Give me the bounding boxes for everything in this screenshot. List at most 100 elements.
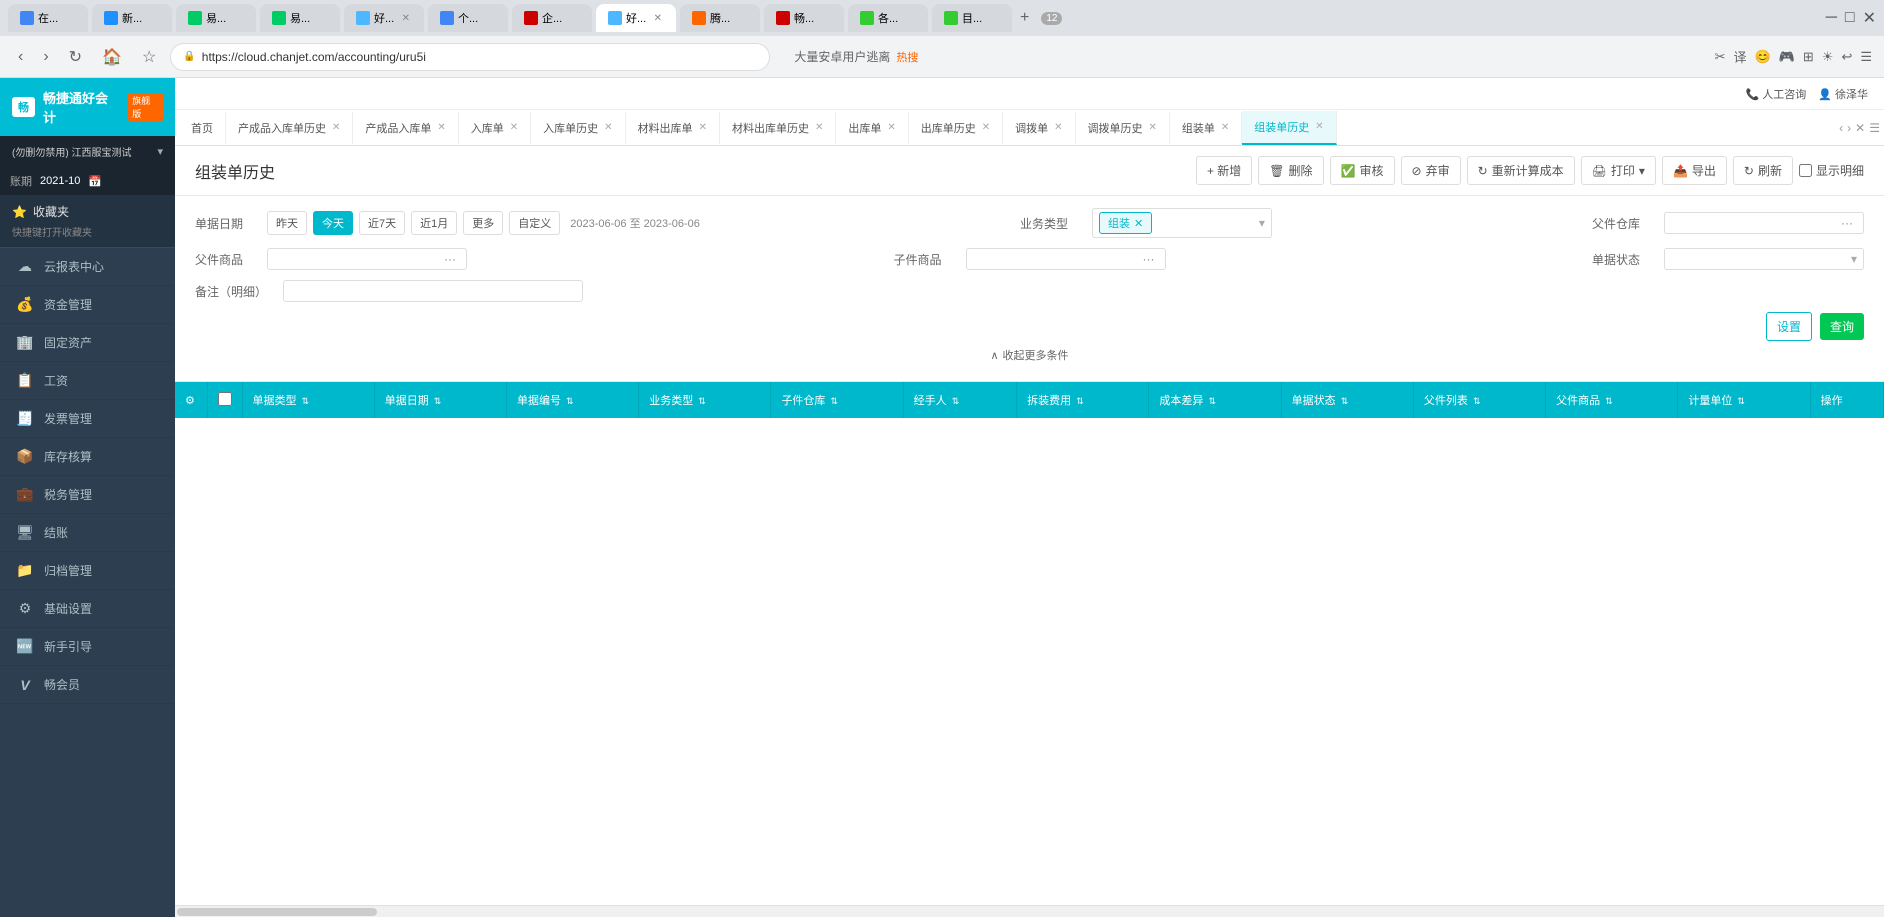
new-tab-button[interactable]: +	[1016, 9, 1033, 27]
col-parent-list[interactable]: 父件列表 ⇅	[1413, 382, 1545, 418]
col-settings[interactable]: ⚙	[175, 382, 207, 418]
sidebar-item-fund[interactable]: 💰 资金管理	[0, 286, 175, 324]
tab-home[interactable]: 首页	[179, 112, 226, 144]
child-goods-filter[interactable]: ···	[966, 248, 1166, 270]
show-detail-label[interactable]: 显示明细	[1799, 162, 1864, 179]
close-button[interactable]: ✕	[1863, 8, 1876, 28]
sidebar-item-salary[interactable]: 📋 工资	[0, 362, 175, 400]
col-bill-date[interactable]: 单据日期 ⇅	[374, 382, 506, 418]
extensions-icon[interactable]: ✂	[1715, 49, 1726, 65]
sidebar-item-member[interactable]: V 畅会员	[0, 666, 175, 704]
sidebar-item-settings[interactable]: ⚙ 基础设置	[0, 590, 175, 628]
game-icon[interactable]: 🎮	[1779, 49, 1795, 65]
tab-outbound[interactable]: 出库单 ✕	[836, 112, 908, 144]
sidebar-item-tax[interactable]: 💼 税务管理	[0, 476, 175, 514]
tabs-menu-icon[interactable]: ☰	[1869, 121, 1880, 135]
tab-close-5[interactable]: ✕	[699, 122, 707, 133]
address-input[interactable]: 🔒 https://cloud.chanjet.com/accounting/u…	[170, 43, 770, 71]
tab-material-outbound[interactable]: 材料出库单 ✕	[626, 112, 720, 144]
tab-close-8[interactable]: ✕	[982, 122, 990, 133]
custom-btn[interactable]: 自定义	[509, 211, 560, 235]
show-detail-checkbox[interactable]	[1799, 164, 1812, 177]
tab-close-2[interactable]: ✕	[437, 122, 445, 133]
tab-transfer-history[interactable]: 调拨单历史 ✕	[1076, 112, 1170, 144]
yesterday-btn[interactable]: 昨天	[267, 211, 307, 235]
tab-close-7[interactable]: ✕	[887, 122, 895, 133]
tab-finished-goods-history[interactable]: 产成品入库单历史 ✕	[226, 112, 353, 144]
tabs-close-current[interactable]: ✕	[1855, 121, 1865, 135]
sidebar-item-guide[interactable]: 🆕 新手引导	[0, 628, 175, 666]
col-parent-goods[interactable]: 父件商品 ⇅	[1546, 382, 1678, 418]
abandon-button[interactable]: ⊘ 弃审	[1401, 156, 1461, 185]
sidebar-item-archive[interactable]: 📁 归档管理	[0, 552, 175, 590]
col-bill-no[interactable]: 单据编号 ⇅	[506, 382, 638, 418]
parent-warehouse-ellipsis[interactable]: ···	[1837, 216, 1857, 230]
col-unit[interactable]: 计量单位 ⇅	[1678, 382, 1810, 418]
tab-close-1[interactable]: ✕	[332, 122, 340, 133]
today-btn[interactable]: 今天	[313, 211, 353, 235]
tab-material-outbound-history[interactable]: 材料出库单历史 ✕	[720, 112, 836, 144]
tab-assembly[interactable]: 组装单 ✕	[1170, 112, 1242, 144]
notes-input[interactable]	[283, 280, 583, 302]
back-button[interactable]: ‹	[12, 44, 29, 70]
search-button[interactable]: 查询	[1820, 313, 1864, 340]
export-button[interactable]: 📤 导出	[1662, 156, 1727, 185]
select-all-checkbox[interactable]	[218, 392, 232, 406]
parent-goods-filter[interactable]: ···	[267, 248, 467, 270]
col-cost-diff[interactable]: 成本差异 ⇅	[1149, 382, 1281, 418]
browser-tab-5[interactable]: 好... ✕	[344, 4, 424, 32]
browser-tab-4[interactable]: 易...	[260, 4, 340, 32]
browser-tab-12[interactable]: 目...	[932, 4, 1012, 32]
tabs-scroll-left[interactable]: ‹	[1839, 121, 1843, 135]
bottom-scrollbar[interactable]	[175, 905, 1884, 917]
col-disassemble-fee[interactable]: 拆装费用 ⇅	[1017, 382, 1149, 418]
sidebar-item-cloud-report[interactable]: ☁ 云报表中心	[0, 248, 175, 286]
sidebar-item-inventory[interactable]: 📦 库存核算	[0, 438, 175, 476]
tab-close-6[interactable]: ✕	[815, 122, 823, 133]
browser-tab-9[interactable]: 腾...	[680, 4, 760, 32]
audit-button[interactable]: ✅ 审核	[1330, 156, 1395, 185]
biz-type-filter[interactable]: 组装 ✕ ▾	[1092, 208, 1272, 238]
biz-type-dropdown-icon[interactable]: ▾	[1259, 216, 1265, 230]
parent-warehouse-filter[interactable]: ···	[1664, 212, 1864, 234]
minimize-button[interactable]: ─	[1826, 9, 1837, 27]
col-bill-status[interactable]: 单据状态 ⇅	[1281, 382, 1413, 418]
7days-btn[interactable]: 近7天	[359, 211, 405, 235]
undo-icon[interactable]: ↩	[1841, 49, 1852, 65]
sidebar-item-invoice[interactable]: 🧾 发票管理	[0, 400, 175, 438]
browser-tab-7[interactable]: 企...	[512, 4, 592, 32]
company-selector[interactable]: (勿删勿禁用) 江西服宝测试专用 ▾	[0, 136, 175, 167]
emoji-icon[interactable]: 😊	[1755, 49, 1771, 65]
maximize-button[interactable]: □	[1845, 9, 1855, 27]
tab-close-9[interactable]: ✕	[1054, 122, 1062, 133]
tab-inbound-history[interactable]: 入库单历史 ✕	[531, 112, 625, 144]
tabs-scroll-right[interactable]: ›	[1847, 121, 1851, 135]
settings-button[interactable]: 设置	[1766, 312, 1812, 341]
biz-type-remove[interactable]: ✕	[1134, 217, 1143, 230]
col-child-warehouse[interactable]: 子件仓库 ⇅	[771, 382, 903, 418]
star-button[interactable]: ☆	[136, 43, 162, 71]
browser-tab-6[interactable]: 个...	[428, 4, 508, 32]
print-button[interactable]: 🖨 打印 ▾	[1581, 156, 1656, 185]
collapse-button[interactable]: ∧ 收起更多条件	[195, 341, 1864, 369]
col-bill-type[interactable]: 单据类型 ⇅	[242, 382, 374, 418]
home-button[interactable]: 🏠	[96, 43, 128, 71]
tab-transfer[interactable]: 调拨单 ✕	[1003, 112, 1075, 144]
sidebar-item-fixed-asset[interactable]: 🏢 固定资产	[0, 324, 175, 362]
scrollbar-thumb[interactable]	[177, 908, 377, 916]
browser-tab-3[interactable]: 易...	[176, 4, 256, 32]
delete-button[interactable]: 🗑 删除	[1258, 156, 1323, 185]
parent-goods-ellipsis[interactable]: ···	[440, 252, 460, 266]
col-handler[interactable]: 经手人 ⇅	[903, 382, 1017, 418]
tab-outbound-history[interactable]: 出库单历史 ✕	[909, 112, 1003, 144]
settings-gear-icon[interactable]: ⚙	[185, 395, 195, 407]
user-profile-button[interactable]: 👤 徐泽华	[1818, 86, 1868, 102]
sidebar-item-settlement[interactable]: 🖥 结账	[0, 514, 175, 552]
tab-inbound[interactable]: 入库单 ✕	[459, 112, 531, 144]
col-checkbox[interactable]	[207, 382, 242, 418]
refresh-button[interactable]: ↻ 刷新	[1733, 156, 1793, 185]
reload-button[interactable]: ↻	[63, 43, 88, 71]
calendar-icon[interactable]: 📅	[88, 175, 102, 188]
recalculate-button[interactable]: ↻ 重新计算成本	[1467, 156, 1575, 185]
company-dropdown-icon[interactable]: ▾	[157, 145, 163, 158]
